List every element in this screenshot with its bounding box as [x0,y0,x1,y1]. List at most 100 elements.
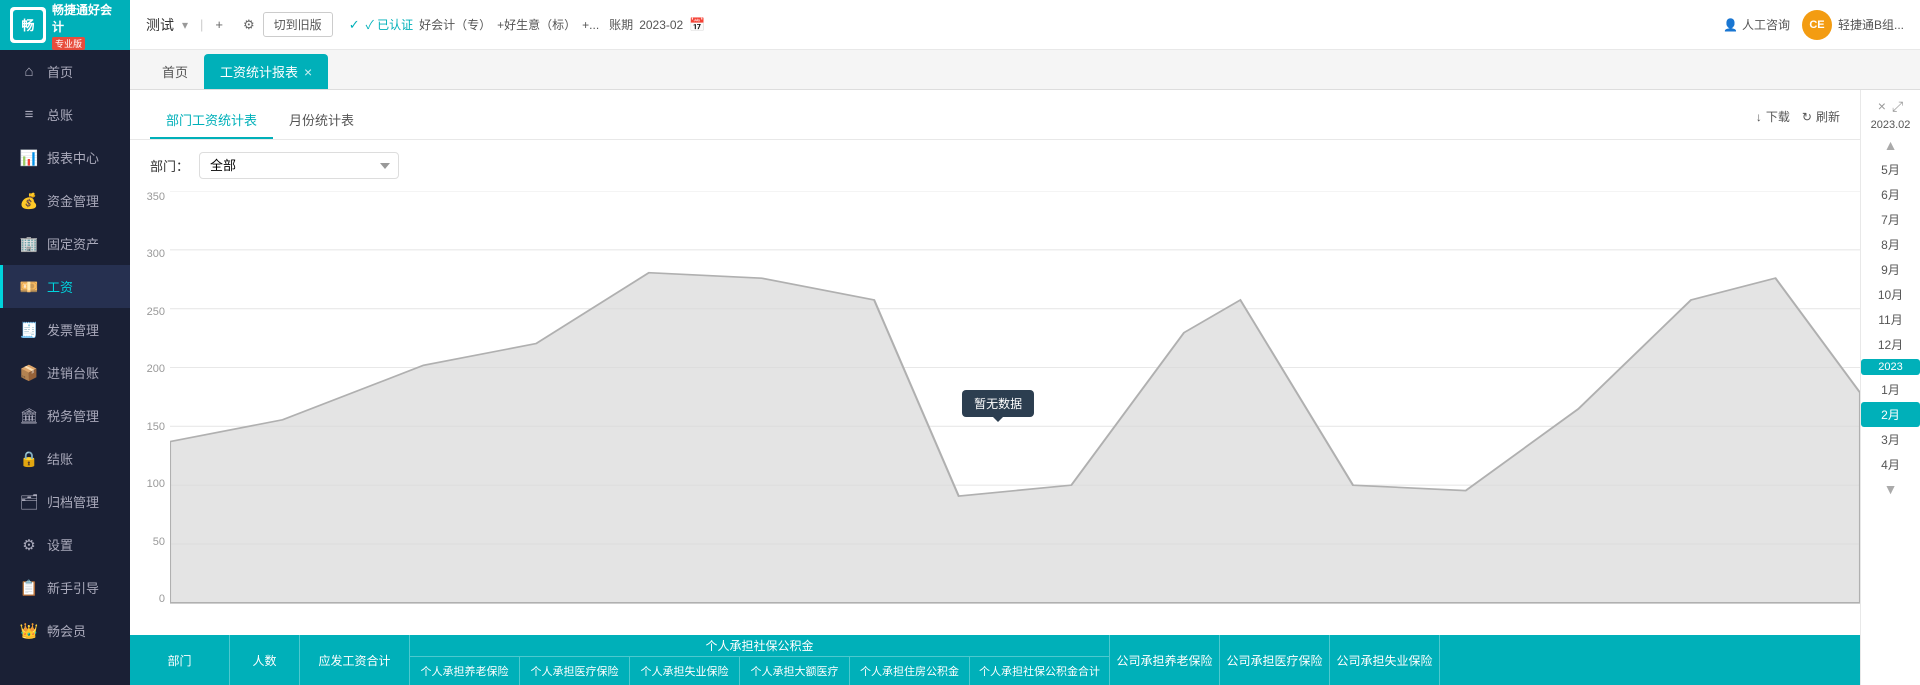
add-icon[interactable]: + [215,17,223,32]
verified-label: ✓ 已认证 [366,16,414,33]
tab-salary-report[interactable]: 工资统计报表 × [204,54,328,89]
bottom-table-header: 部门 人数 应发工资合计 个人承担社保公积金 个人承担养老保险 [130,635,1860,685]
filter-row: 部门： 全部 销售部 技术部 行政部 财务部 [130,140,1860,191]
download-button[interactable]: ↓ 下载 [1756,108,1790,125]
panel-month-11[interactable]: 11月 [1861,307,1920,332]
sidebar-item-purchase[interactable]: 📦 进销台账 [0,351,130,394]
sidebar-item-archive[interactable]: 🗂 归档管理 [0,480,130,523]
verified-badge: ✓ [349,17,360,33]
sub-tab-monthly[interactable]: 月份统计表 [273,102,370,139]
member-icon: 👑 [19,622,39,640]
table-col-company-pension: 公司承担养老保险 [1110,635,1220,685]
right-panel: × ⤢ 2023.02 ▲ 5月 6月 7月 8月 9月 10月 11月 12月… [1860,90,1920,685]
group-sub-personal: 个人承担养老保险 个人承担医疗保险 个人承担失业保险 个人承担大额医疗 个人承担 [410,657,1110,685]
content-main: 部门工资统计表 月份统计表 ↓ 下载 ↻ 刷新 [130,90,1860,685]
panel-month-5[interactable]: 5月 [1861,157,1920,182]
product-biz-label: +好生意（标） [497,16,576,33]
y-axis: 350 300 250 200 150 100 50 0 [130,191,170,605]
sub-col-large-medical: 个人承担大额医疗 [740,657,850,685]
product-label: 好会计（专） [419,16,491,33]
avatar: CE [1802,10,1832,40]
panel-month-2023-2[interactable]: 2月 [1861,402,1920,427]
guide-icon: 📋 [19,579,39,597]
report-icon: 📊 [19,149,39,167]
dropdown-arrow-icon[interactable]: ▾ [182,18,188,32]
panel-month-10[interactable]: 10月 [1861,282,1920,307]
panel-maximize-icon[interactable]: ⤢ [1892,98,1903,115]
sidebar-item-close-account[interactable]: 🔒 结账 [0,437,130,480]
sidebar-item-tax[interactable]: 🏛 税务管理 [0,394,130,437]
tax-icon: 🏛 [19,407,39,425]
tab-close-icon[interactable]: × [304,64,312,80]
invoice-icon: 🧾 [19,321,39,339]
filter-dept-label: 部门： [150,156,189,175]
sub-col-total-personal: 个人承担社保公积金合计 [970,657,1110,685]
sub-tab-actions: ↓ 下载 ↻ 刷新 [1756,108,1840,133]
sidebar-item-fund[interactable]: 💰 资金管理 [0,179,130,222]
app-logo: 畅 畅捷通好会计 专业版 [0,0,130,50]
ledger-icon: ≡ [19,106,39,123]
sidebar-item-salary[interactable]: 💴 工资 [0,265,130,308]
username-label: 轻捷通B组... [1838,16,1904,33]
sidebar-item-settings[interactable]: ⚙ 设置 [0,523,130,566]
logo-icon: 畅 [10,7,46,43]
home-icon: ⌂ [19,63,39,80]
refresh-icon: ↻ [1802,110,1812,124]
sub-tab-dept[interactable]: 部门工资统计表 [150,102,273,139]
table-col-company-medical: 公司承担医疗保险 [1220,635,1330,685]
sidebar-item-report[interactable]: 📊 报表中心 [0,136,130,179]
table-col-count: 人数 [230,635,300,685]
content-area: 部门工资统计表 月份统计表 ↓ 下载 ↻ 刷新 [130,90,1920,685]
switch-old-button[interactable]: 切到旧版 [263,12,333,37]
sub-col-housing-fund: 个人承担住房公积金 [850,657,970,685]
panel-month-9[interactable]: 9月 [1861,257,1920,282]
close-account-icon: 🔒 [19,450,39,468]
sidebar-item-member[interactable]: 👑 畅会员 [0,609,130,652]
sidebar-item-guide[interactable]: 📋 新手引导 [0,566,130,609]
panel-month-7[interactable]: 7月 [1861,207,1920,232]
product-etc-label: +... [582,18,599,32]
chart-svg [170,191,1860,605]
download-icon: ↓ [1756,110,1762,124]
panel-month-2023-1[interactable]: 1月 [1861,377,1920,402]
group-header-personal: 个人承担社保公积金 [410,635,1110,657]
main-area: 测试 ▾ | + ⚙ 切到旧版 ✓ ✓ 已认证 好会计（专） +好生意（标） +… [130,0,1920,685]
tab-home[interactable]: 首页 [146,54,204,89]
refresh-button[interactable]: ↻ 刷新 [1802,108,1840,125]
purchase-icon: 📦 [19,364,39,382]
period-label: 账期 [609,16,633,33]
panel-month-2023-3[interactable]: 3月 [1861,427,1920,452]
panel-scroll-down-button[interactable]: ▼ [1884,481,1898,497]
calendar-icon[interactable]: 📅 [689,17,705,33]
topbar-right: 👤 人工咨询 CE 轻捷通B组... [1723,10,1904,40]
fund-icon: 💰 [19,192,39,210]
settings-icon: ⚙ [19,536,39,554]
sidebar-item-invoice[interactable]: 🧾 发票管理 [0,308,130,351]
panel-close-icon[interactable]: × [1878,98,1886,115]
sub-tabbar: 部门工资统计表 月份统计表 ↓ 下载 ↻ 刷新 [130,90,1860,140]
company-name: 测试 [146,15,174,35]
panel-month-2023-4[interactable]: 4月 [1861,452,1920,477]
filter-dept-select[interactable]: 全部 销售部 技术部 行政部 财务部 [199,152,399,179]
svg-text:畅: 畅 [21,18,34,33]
sidebar: 畅 畅捷通好会计 专业版 ⌂ 首页 ≡ 总账 📊 报表中心 💰 资金管理 🏢 固… [0,0,130,685]
user-menu[interactable]: CE 轻捷通B组... [1802,10,1904,40]
table-col-total-salary: 应发工资合计 [300,635,410,685]
asset-icon: 🏢 [19,235,39,253]
chart-svg-container: 暂无数据 [170,191,1860,605]
topbar: 测试 ▾ | + ⚙ 切到旧版 ✓ ✓ 已认证 好会计（专） +好生意（标） +… [130,0,1920,50]
sidebar-item-ledger[interactable]: ≡ 总账 [0,93,130,136]
sidebar-item-home[interactable]: ⌂ 首页 [0,50,130,93]
panel-scroll-up-button[interactable]: ▲ [1884,137,1898,153]
panel-year-2023[interactable]: 2023 [1861,359,1920,375]
panel-month-6[interactable]: 6月 [1861,182,1920,207]
help-button[interactable]: 👤 人工咨询 [1723,16,1790,33]
panel-month-12[interactable]: 12月 [1861,332,1920,357]
gear-icon[interactable]: ⚙ [243,17,255,33]
sub-col-pension: 个人承担养老保险 [410,657,520,685]
table-col-dept: 部门 [130,635,230,685]
panel-controls: × ⤢ [1878,98,1903,115]
chart-area: 350 300 250 200 150 100 50 0 [130,191,1860,635]
sidebar-item-asset[interactable]: 🏢 固定资产 [0,222,130,265]
panel-month-8[interactable]: 8月 [1861,232,1920,257]
